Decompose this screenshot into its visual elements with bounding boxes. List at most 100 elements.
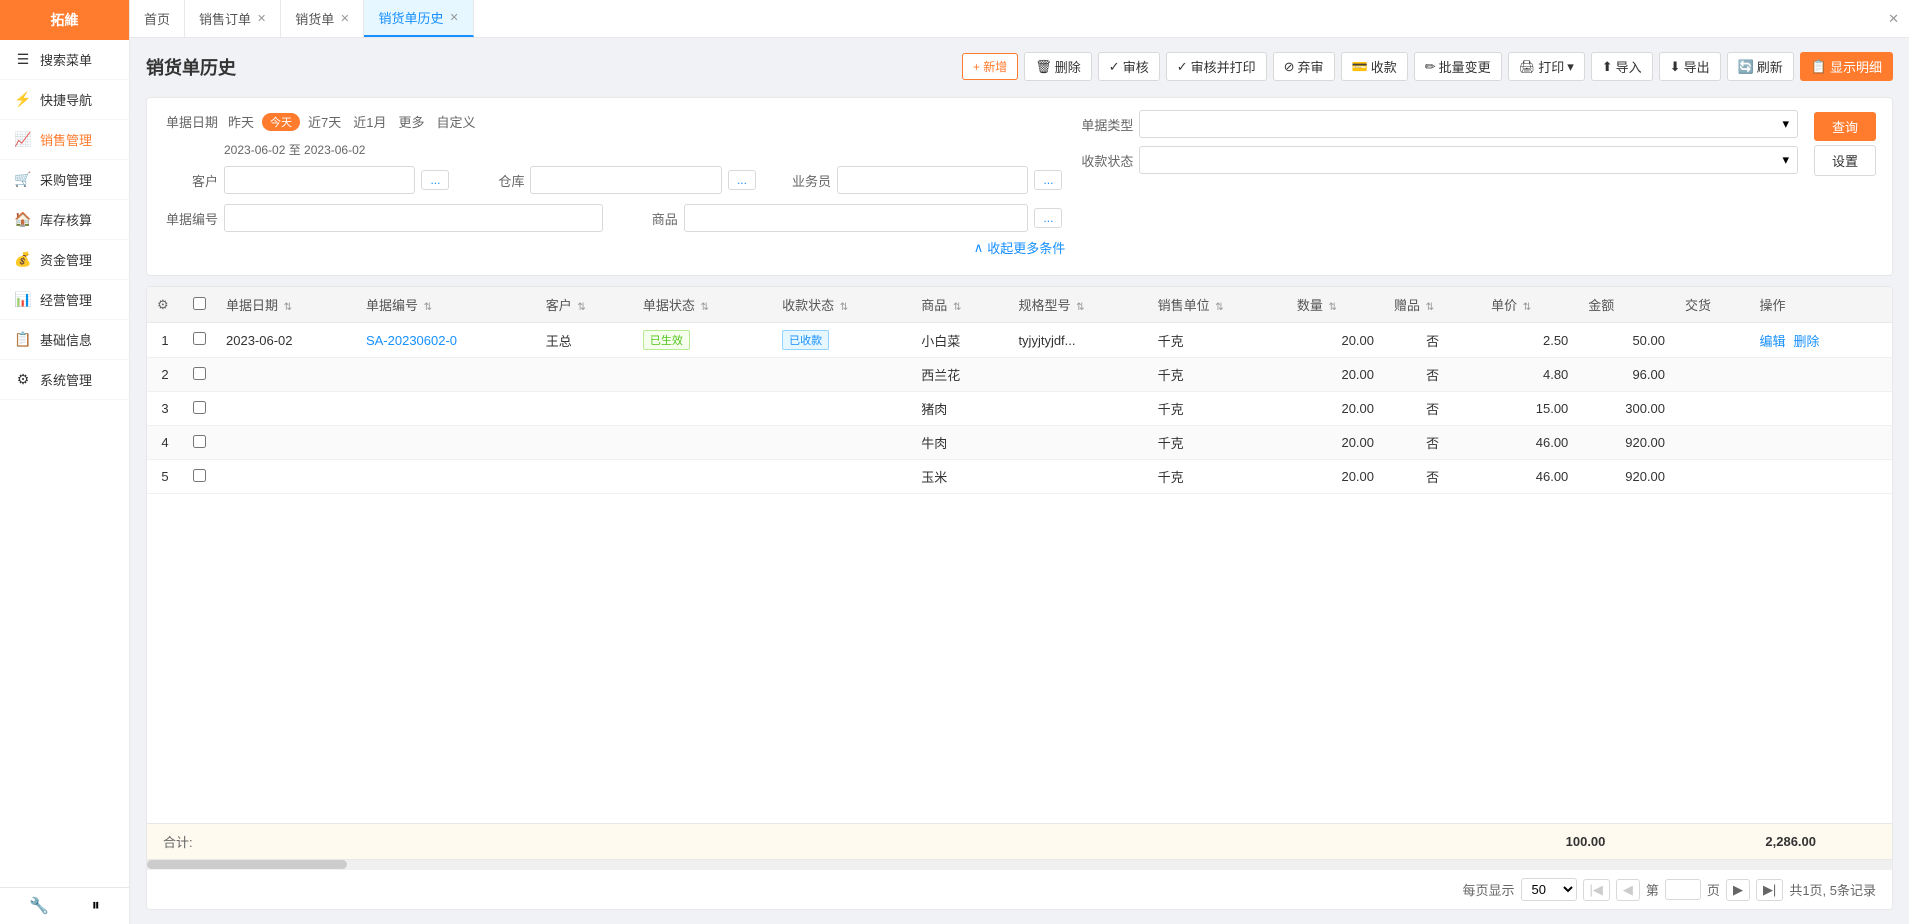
col-goods[interactable]: 商品 ⇅: [911, 287, 1008, 323]
next-page-btn[interactable]: ▶: [1726, 879, 1750, 901]
sidebar-item-sys-mgmt[interactable]: ⚙ 系统管理: [0, 360, 129, 400]
unit-price-sort-icon: ⇅: [1523, 302, 1531, 313]
btn-batch-change[interactable]: ✏ 批量变更: [1414, 52, 1502, 81]
tabs-bar-close[interactable]: ✕: [1888, 11, 1909, 27]
doc-no-input[interactable]: [224, 204, 603, 232]
goods-ellipsis-btn[interactable]: ...: [1034, 208, 1062, 228]
date-shortcut-1month[interactable]: 近1月: [349, 110, 390, 133]
row-select-checkbox[interactable]: [193, 332, 206, 345]
sidebar-item-finance-mgmt[interactable]: 💰 资金管理: [0, 240, 129, 280]
setting-button[interactable]: 设置: [1814, 145, 1876, 176]
col-payment-status[interactable]: 收款状态 ⇅: [772, 287, 911, 323]
sidebar-item-ops-mgmt[interactable]: 📊 经营管理: [0, 280, 129, 320]
tab-delivery[interactable]: 销货单 ✕: [281, 0, 364, 37]
customer-input[interactable]: [224, 166, 415, 194]
col-doc-status[interactable]: 单据状态 ⇅: [633, 287, 772, 323]
row-checkbox[interactable]: [183, 392, 216, 426]
page-number-input[interactable]: 1: [1665, 879, 1701, 900]
date-shortcut-today[interactable]: 今天: [262, 113, 300, 131]
row-index: 1: [147, 323, 183, 358]
row-doc-date: 2023-06-02: [216, 323, 356, 358]
btn-approve-print[interactable]: ✓ 审核并打印: [1166, 52, 1267, 81]
tab-close-delivery[interactable]: ✕: [340, 12, 349, 25]
scroll-thumb[interactable]: [147, 860, 347, 869]
sidebar-item-search-menu[interactable]: ☰ 搜索菜单: [0, 40, 129, 80]
last-page-btn[interactable]: ▶|: [1756, 879, 1783, 901]
col-spec[interactable]: 规格型号 ⇅: [1008, 287, 1147, 323]
approve-print-icon: ✓: [1177, 59, 1188, 75]
col-unit-price[interactable]: 单价 ⇅: [1481, 287, 1578, 323]
btn-show-detail[interactable]: 📋 显示明细: [1800, 52, 1893, 81]
btn-import[interactable]: ⬆ 导入: [1591, 52, 1653, 81]
tab-close-delivery-history[interactable]: ✕: [450, 11, 459, 24]
horizontal-scrollbar[interactable]: [147, 859, 1892, 869]
row-checkbox[interactable]: [183, 426, 216, 460]
warehouse-ellipsis-btn[interactable]: ...: [728, 170, 756, 190]
tab-delivery-history[interactable]: 销货单历史 ✕: [364, 0, 473, 37]
sidebar-item-label: 基础信息: [40, 330, 92, 349]
btn-delete[interactable]: 🗑 删除: [1024, 52, 1092, 81]
col-qty[interactable]: 数量 ⇅: [1287, 287, 1384, 323]
customer-ellipsis-btn[interactable]: ...: [421, 170, 449, 190]
row-select-checkbox[interactable]: [193, 367, 206, 380]
row-doc-no[interactable]: SA-20230602-0: [356, 323, 536, 358]
btn-approve[interactable]: ✓ 审核: [1098, 52, 1160, 81]
table-scroll[interactable]: ⚙ 单据日期 ⇅ 单据编号 ⇅: [147, 287, 1892, 823]
salesperson-ellipsis-btn[interactable]: ...: [1034, 170, 1062, 190]
date-shortcut-yesterday[interactable]: 昨天: [224, 110, 258, 133]
sidebar-item-sales-mgmt[interactable]: 📈 销售管理: [0, 120, 129, 160]
col-doc-no[interactable]: 单据编号 ⇅: [356, 287, 536, 323]
doc-no-link[interactable]: SA-20230602-0: [366, 333, 457, 348]
row-checkbox[interactable]: [183, 323, 216, 358]
select-all-checkbox[interactable]: [193, 297, 206, 310]
tab-home[interactable]: 首页: [130, 0, 185, 37]
row-select-checkbox[interactable]: [193, 435, 206, 448]
sidebar-collapse-icon[interactable]: ⏸: [92, 897, 100, 915]
sidebar-item-inventory[interactable]: 🏠 库存核算: [0, 200, 129, 240]
tab-sales-order[interactable]: 销售订单 ✕: [185, 0, 281, 37]
btn-export[interactable]: ⬇ 导出: [1659, 52, 1721, 81]
row-unit-price: 4.80: [1481, 358, 1578, 392]
btn-unapprove[interactable]: ⊘ 弃审: [1273, 52, 1335, 81]
col-gift[interactable]: 赠品 ⇅: [1384, 287, 1481, 323]
query-button[interactable]: 查询: [1814, 112, 1876, 141]
col-unit[interactable]: 销售单位 ⇅: [1148, 287, 1287, 323]
collapse-button[interactable]: ∧ 收起更多条件: [163, 232, 1876, 263]
row-select-checkbox[interactable]: [193, 401, 206, 414]
row-checkbox[interactable]: [183, 358, 216, 392]
row-checkbox[interactable]: [183, 460, 216, 494]
row-select-checkbox[interactable]: [193, 469, 206, 482]
btn-new[interactable]: + 新增: [962, 53, 1018, 80]
tab-close-sales-order[interactable]: ✕: [257, 12, 266, 25]
table-settings-icon[interactable]: ⚙: [157, 297, 169, 312]
payment-status-select[interactable]: ▾: [1139, 146, 1798, 174]
salesperson-input[interactable]: [837, 166, 1028, 194]
btn-collect[interactable]: 💳 收款: [1341, 52, 1408, 81]
date-shortcut-more[interactable]: 更多: [394, 110, 428, 133]
date-shortcut-custom[interactable]: 自定义: [433, 110, 480, 133]
row-transaction: [1675, 392, 1749, 426]
col-customer[interactable]: 客户 ⇅: [536, 287, 633, 323]
filter-panel: 单据日期 昨天 今天 近7天 近1月 更多 自定义: [146, 97, 1893, 276]
btn-refresh[interactable]: 🔄 刷新: [1727, 52, 1794, 81]
sidebar-bottom: 🔧 ⏸: [0, 887, 129, 924]
page-size-select[interactable]: 50 100 200: [1521, 878, 1577, 901]
sidebar-settings-icon[interactable]: 🔧: [29, 896, 49, 916]
btn-print[interactable]: 🖨 打印 ▾: [1508, 52, 1585, 81]
unit-sort-icon: ⇅: [1215, 302, 1223, 313]
goods-input[interactable]: [684, 204, 1029, 232]
sidebar-item-quick-nav[interactable]: ⚡ 快捷导航: [0, 80, 129, 120]
row-action[interactable]: 编辑删除: [1749, 323, 1892, 358]
edit-action-link[interactable]: 编辑: [1759, 334, 1785, 349]
doc-type-label: 单据类型: [1078, 115, 1133, 134]
delete-action-link[interactable]: 删除: [1793, 334, 1819, 349]
sidebar-item-base-info[interactable]: 📋 基础信息: [0, 320, 129, 360]
warehouse-input[interactable]: [530, 166, 721, 194]
sidebar-item-purchase-mgmt[interactable]: 🛒 采购管理: [0, 160, 129, 200]
doc-type-select[interactable]: ▾: [1139, 110, 1798, 138]
col-doc-date[interactable]: 单据日期 ⇅: [216, 287, 356, 323]
row-qty: 20.00: [1287, 426, 1384, 460]
prev-page-btn[interactable]: ◀: [1616, 879, 1640, 901]
date-shortcut-7days[interactable]: 近7天: [304, 110, 345, 133]
first-page-btn[interactable]: |◀: [1583, 879, 1610, 901]
